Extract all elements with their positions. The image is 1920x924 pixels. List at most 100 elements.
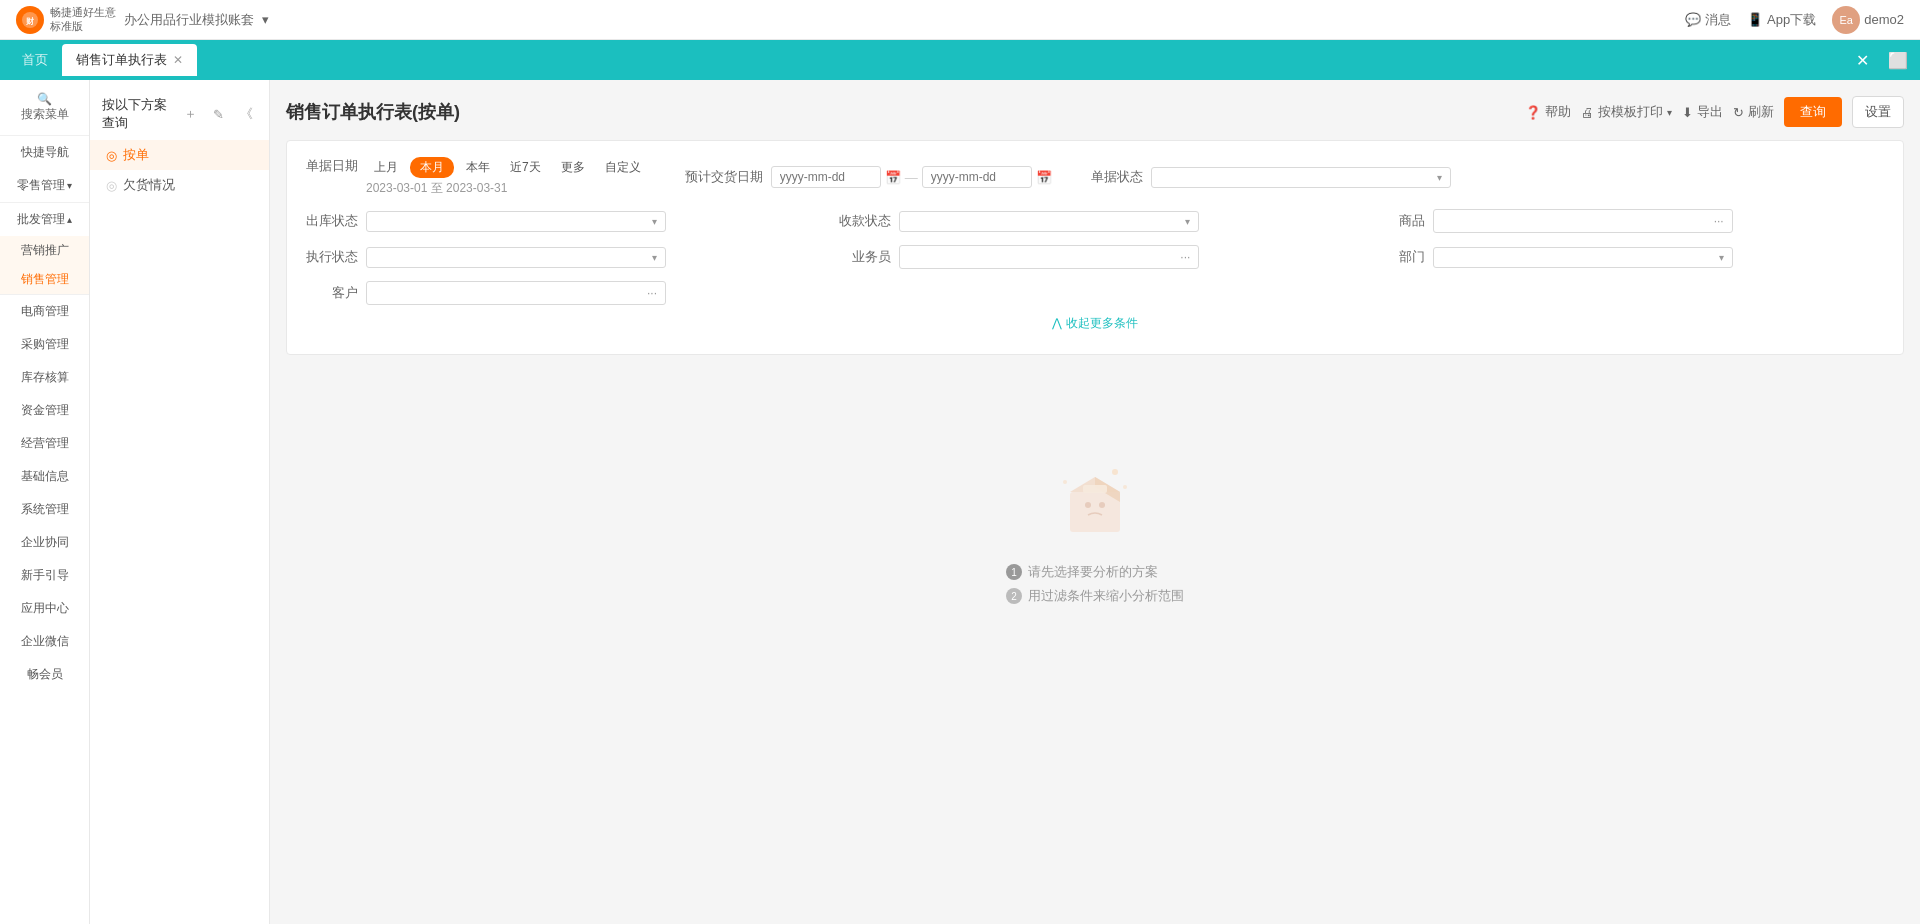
- scheme-inactive-icon: ◎: [106, 178, 117, 193]
- export-icon: ⬇: [1682, 105, 1693, 120]
- message-button[interactable]: 💬 消息: [1685, 11, 1731, 29]
- execution-status-group: 执行状态 ▾: [303, 247, 820, 268]
- payment-status-select[interactable]: ▾: [899, 211, 1199, 232]
- expected-date-start[interactable]: [771, 166, 881, 188]
- goods-select[interactable]: ···: [1433, 209, 1733, 233]
- date-tab-current-month[interactable]: 本月: [410, 157, 454, 178]
- export-button[interactable]: ⬇ 导出: [1682, 103, 1723, 121]
- expected-date-group: 预计交货日期 📅 — 📅: [685, 166, 1052, 188]
- scheme-panel-header: 按以下方案查询 ＋ ✎ 《: [90, 92, 269, 140]
- svg-text:财: 财: [25, 17, 34, 26]
- settings-button[interactable]: 设置: [1852, 96, 1904, 128]
- logo-icon: 财: [16, 6, 44, 34]
- svg-rect-2: [1070, 492, 1120, 532]
- sidebar-item-app-center[interactable]: 应用中心: [0, 592, 89, 625]
- sidebar-item-retail[interactable]: 零售管理 ▾: [0, 169, 89, 202]
- department-group: 部门 ▾: [1370, 247, 1887, 268]
- date-tab-last-month[interactable]: 上月: [366, 157, 406, 178]
- doc-status-group: 单据状态 ▾: [1088, 167, 1887, 188]
- chevron-icon: ▾: [67, 180, 72, 191]
- tab-close-icon[interactable]: ✕: [173, 53, 183, 67]
- collapse-icon: ⋀: [1052, 316, 1062, 330]
- sidebar-item-wechat[interactable]: 企业微信: [0, 625, 89, 658]
- department-select[interactable]: ▾: [1433, 247, 1733, 268]
- sidebar-item-quick-nav[interactable]: 快捷导航: [0, 136, 89, 169]
- page-title-bar: 销售订单执行表(按单) ❓ 帮助 🖨 按模板打印 ▾ ⬇ 导出: [286, 96, 1904, 128]
- expected-date-end[interactable]: [922, 166, 1032, 188]
- doc-status-arrow-icon: ▾: [1437, 172, 1442, 183]
- sidebar-item-wholesale[interactable]: 批发管理 ▴: [0, 203, 89, 236]
- customer-select[interactable]: ···: [366, 281, 666, 305]
- breadcrumb: 办公用品行业模拟账套 ▾: [124, 11, 269, 29]
- expected-date-label: 预计交货日期: [685, 168, 763, 186]
- template-print-button[interactable]: 🖨 按模板打印 ▾: [1581, 103, 1672, 121]
- salesperson-select[interactable]: ···: [899, 245, 1199, 269]
- execution-status-label: 执行状态: [303, 248, 358, 266]
- filter-row-3: 执行状态 ▾ 业务员 ··· 部门: [303, 245, 1887, 269]
- sidebar-item-operations[interactable]: 经营管理: [0, 427, 89, 460]
- date-filter-container: 上月 本月 本年 近7天 更多 自定义 2023-03-01 至 2023-03…: [366, 157, 649, 197]
- empty-state: 1 请先选择要分析的方案 2 用过滤条件来缩小分析范围: [286, 367, 1904, 691]
- tab-close-window[interactable]: ✕: [1848, 46, 1876, 74]
- refresh-button[interactable]: ↻ 刷新: [1733, 103, 1774, 121]
- sidebar-item-member[interactable]: 畅会员: [0, 658, 89, 691]
- svg-point-10: [1099, 502, 1105, 508]
- date-tab-current-year[interactable]: 本年: [458, 157, 498, 178]
- sidebar-item-ecommerce[interactable]: 电商管理: [0, 295, 89, 328]
- sidebar-item-purchase[interactable]: 采购管理: [0, 328, 89, 361]
- tab-home[interactable]: 首页: [8, 44, 62, 76]
- delivery-status-group: 出库状态 ▾: [303, 211, 820, 232]
- user-menu[interactable]: Ea demo2: [1832, 6, 1904, 34]
- calendar-icon-start[interactable]: 📅: [885, 170, 901, 185]
- date-tab-custom[interactable]: 自定义: [597, 157, 649, 178]
- download-icon: 📱: [1747, 12, 1763, 27]
- sidebar-item-system[interactable]: 系统管理: [0, 493, 89, 526]
- sidebar-item-finance[interactable]: 资金管理: [0, 394, 89, 427]
- date-tab-7days[interactable]: 近7天: [502, 157, 549, 178]
- delivery-status-arrow-icon: ▾: [652, 216, 657, 227]
- calendar-icon-end[interactable]: 📅: [1036, 170, 1052, 185]
- filter-row-4: 客户 ···: [303, 281, 1887, 305]
- empty-step-1: 1 请先选择要分析的方案: [1006, 563, 1184, 581]
- tab-bar-right: ✕ ⬜: [1848, 46, 1912, 74]
- filter-row-1: 单据日期 上月 本月 本年 近7天 更多 自定义 2023-03-01 至 20…: [303, 157, 1887, 197]
- date-range-dash: —: [905, 170, 918, 185]
- help-button[interactable]: ❓ 帮助: [1525, 103, 1571, 121]
- execution-status-select[interactable]: ▾: [366, 247, 666, 268]
- breadcrumb-dropdown[interactable]: ▾: [262, 12, 269, 27]
- search-icon: 🔍: [37, 92, 52, 106]
- tab-sales-order[interactable]: 销售订单执行表 ✕: [62, 44, 197, 76]
- app-download-button[interactable]: 📱 App下载: [1747, 11, 1816, 29]
- collapse-scheme-button[interactable]: 《: [235, 103, 257, 125]
- scheme-item-by-order[interactable]: ◎ 按单: [90, 140, 269, 170]
- customer-group: 客户 ···: [303, 281, 830, 305]
- header-left: 财 畅捷通好生意 标准版 办公用品行业模拟账套 ▾: [16, 6, 269, 34]
- sidebar-sub-sales[interactable]: 销售管理: [0, 265, 89, 294]
- sidebar-item-basic-info[interactable]: 基础信息: [0, 460, 89, 493]
- avatar: Ea: [1832, 6, 1860, 34]
- filter-panel: 单据日期 上月 本月 本年 近7天 更多 自定义 2023-03-01 至 20…: [286, 140, 1904, 355]
- tab-bar: 首页 销售订单执行表 ✕ ✕ ⬜: [0, 40, 1920, 80]
- payment-status-label: 收款状态: [836, 212, 891, 230]
- doc-status-select[interactable]: ▾: [1151, 167, 1451, 188]
- delivery-status-label: 出库状态: [303, 212, 358, 230]
- sidebar-item-newbie[interactable]: 新手引导: [0, 559, 89, 592]
- goods-dots-icon: ···: [1714, 214, 1724, 228]
- svg-point-7: [1123, 485, 1127, 489]
- tab-maximize[interactable]: ⬜: [1884, 46, 1912, 74]
- scheme-panel-icons: ＋ ✎ 《: [179, 103, 257, 125]
- sidebar-item-inventory[interactable]: 库存核算: [0, 361, 89, 394]
- search-menu-button[interactable]: 🔍 搜索菜单: [8, 88, 81, 127]
- delivery-status-select[interactable]: ▾: [366, 211, 666, 232]
- department-arrow-icon: ▾: [1719, 252, 1724, 263]
- sidebar-item-enterprise[interactable]: 企业协同: [0, 526, 89, 559]
- query-button[interactable]: 查询: [1784, 97, 1842, 127]
- collapse-filters-button[interactable]: ⋀ 收起更多条件: [303, 309, 1887, 338]
- sidebar-sub-marketing[interactable]: 营销推广: [0, 236, 89, 265]
- add-scheme-button[interactable]: ＋: [179, 103, 201, 125]
- scheme-item-shortage[interactable]: ◎ 欠货情况: [90, 170, 269, 200]
- step-1-icon: 1: [1006, 564, 1022, 580]
- logo-area: 财 畅捷通好生意 标准版: [16, 6, 116, 34]
- edit-scheme-button[interactable]: ✎: [207, 103, 229, 125]
- date-tab-more[interactable]: 更多: [553, 157, 593, 178]
